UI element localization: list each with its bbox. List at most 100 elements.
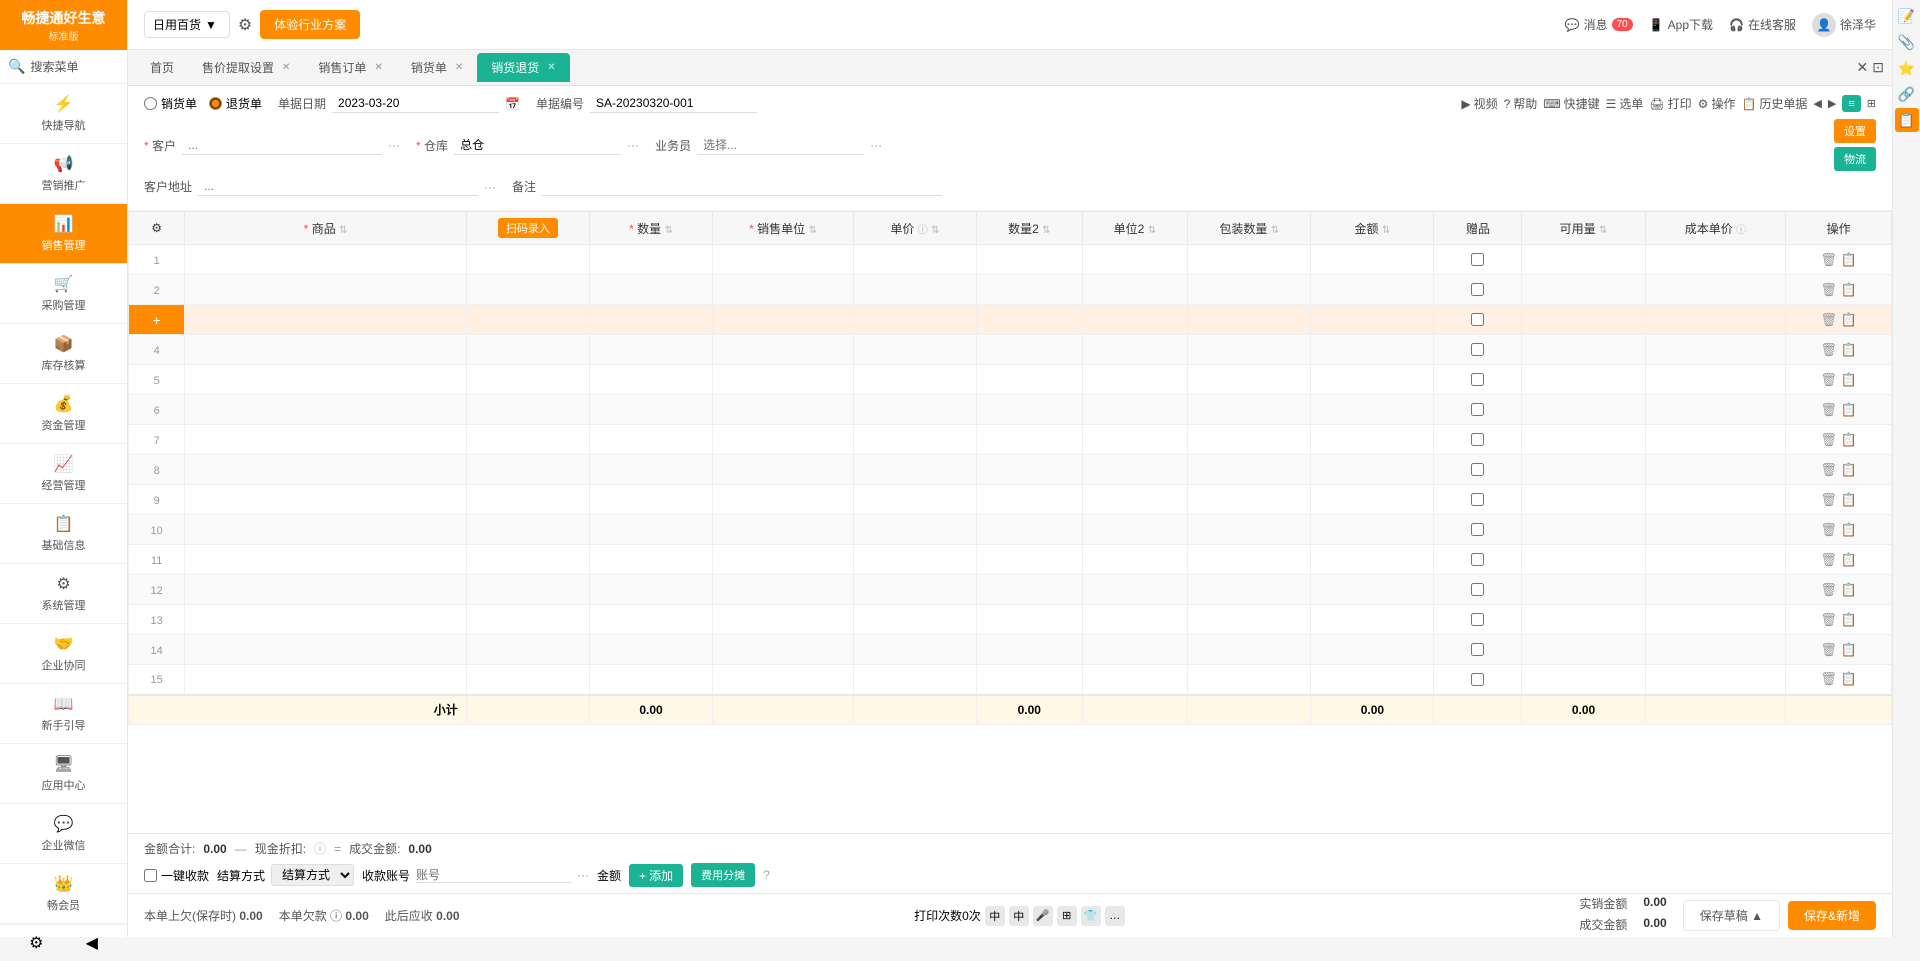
unit-price-cell[interactable]	[853, 395, 976, 425]
copy-row-icon[interactable]: 📋	[1841, 612, 1857, 628]
qty2-cell[interactable]	[977, 485, 1083, 515]
unit2-cell[interactable]	[1082, 635, 1188, 665]
delete-row-icon[interactable]: 🗑	[1820, 312, 1837, 328]
unit2-cell[interactable]	[1082, 245, 1188, 275]
sidebar-item-sales[interactable]: 📊 销售管理	[0, 204, 127, 264]
quantity-cell[interactable]	[589, 455, 712, 485]
sort-pack-qty-icon[interactable]: ⇅	[1271, 225, 1279, 236]
nav-next-btn[interactable]: ▶	[1828, 95, 1836, 112]
save-draft-dropdown-icon[interactable]: ▲	[1751, 909, 1763, 923]
available-cell[interactable]	[1522, 425, 1645, 455]
sidebar-item-guide[interactable]: 📖 新手引导	[0, 684, 127, 744]
gift-cell[interactable]	[1434, 635, 1522, 665]
sidebar-item-vip[interactable]: 👑 畅会员	[0, 864, 127, 924]
pack-qty-cell[interactable]	[1188, 635, 1311, 665]
product-cell[interactable]	[185, 545, 467, 575]
amount-cell[interactable]	[1311, 305, 1434, 335]
gift-cell[interactable]	[1434, 335, 1522, 365]
qty2-cell[interactable]	[977, 455, 1083, 485]
sidebar-item-apps[interactable]: 🖥 应用中心	[0, 744, 127, 804]
cost-price-cell[interactable]	[1645, 485, 1786, 515]
rt-active-btn[interactable]: 📋	[1895, 108, 1919, 132]
tool-icon-6[interactable]: …	[1105, 906, 1125, 926]
account-more-icon[interactable]: ···	[577, 868, 589, 882]
qty2-cell[interactable]	[977, 515, 1083, 545]
rt-link-btn[interactable]: 🔗	[1895, 82, 1919, 106]
bottom-val-2[interactable]: ⓘ	[330, 909, 342, 923]
quantity-cell[interactable]	[589, 635, 712, 665]
cost-price-cell[interactable]	[1645, 455, 1786, 485]
unit-price-cell[interactable]	[853, 425, 976, 455]
product-cell[interactable]	[185, 605, 467, 635]
sort-sales-unit-icon[interactable]: ⇅	[808, 225, 816, 236]
unit-price-cell[interactable]	[853, 335, 976, 365]
qty2-cell[interactable]	[977, 635, 1083, 665]
sidebar-item-enterprise[interactable]: 🤝 企业协同	[0, 624, 127, 684]
sidebar-item-finance[interactable]: 💰 资金管理	[0, 384, 127, 444]
customer-input[interactable]	[182, 136, 382, 155]
sales-unit-cell[interactable]	[713, 455, 854, 485]
product-input[interactable]	[189, 343, 462, 357]
amount-cell[interactable]	[1311, 245, 1434, 275]
quantity-cell[interactable]	[589, 605, 712, 635]
amount-cell[interactable]	[1311, 665, 1434, 695]
quantity-cell[interactable]	[589, 575, 712, 605]
sort-quantity-icon[interactable]: ⇅	[665, 225, 673, 236]
quantity-cell[interactable]	[589, 365, 712, 395]
settings-bottom-icon[interactable]: ⚙	[29, 933, 43, 953]
gift-cell[interactable]	[1434, 425, 1522, 455]
pack-qty-cell[interactable]	[1188, 485, 1311, 515]
gift-checkbox[interactable]	[1471, 523, 1484, 536]
quantity-cell[interactable]	[589, 335, 712, 365]
available-cell[interactable]	[1522, 335, 1645, 365]
notes-input[interactable]	[542, 177, 942, 196]
sort-qty2-icon[interactable]: ⇅	[1042, 225, 1050, 236]
messages-btn[interactable]: 💬 消息 70	[1565, 16, 1633, 33]
view-grid-btn[interactable]: ⊞	[1867, 95, 1876, 112]
unit-price-cell[interactable]	[853, 245, 976, 275]
copy-row-icon[interactable]: 📋	[1841, 252, 1857, 268]
nav-prev-btn[interactable]: ◀	[1813, 95, 1821, 112]
cost-price-cell[interactable]	[1645, 395, 1786, 425]
pack-qty-cell[interactable]	[1188, 605, 1311, 635]
amount-cell[interactable]	[1311, 395, 1434, 425]
gift-checkbox[interactable]	[1471, 463, 1484, 476]
sales-unit-cell[interactable]	[713, 515, 854, 545]
delete-row-icon[interactable]: 🗑	[1820, 462, 1837, 478]
online-service-btn[interactable]: 🎧 在线客服	[1729, 16, 1796, 33]
cost-price-cell[interactable]	[1645, 335, 1786, 365]
unit2-cell[interactable]	[1082, 365, 1188, 395]
shortcut-btn[interactable]: ⌨ 快捷键	[1543, 95, 1599, 112]
expense-help-btn[interactable]: ?	[763, 868, 770, 882]
amount-cell[interactable]	[1311, 545, 1434, 575]
copy-row-icon[interactable]: 📋	[1841, 402, 1857, 418]
sales-unit-cell[interactable]	[713, 395, 854, 425]
warehouse-input[interactable]	[454, 136, 621, 155]
qty2-cell[interactable]	[977, 605, 1083, 635]
delete-row-icon[interactable]: 🗑	[1820, 671, 1837, 687]
copy-row-icon[interactable]: 📋	[1841, 342, 1857, 358]
tab-returns-close[interactable]: ✕	[547, 62, 555, 73]
tool-icon-4[interactable]: ⊞	[1057, 906, 1077, 926]
unit2-cell[interactable]	[1082, 305, 1188, 335]
gift-cell[interactable]	[1434, 665, 1522, 695]
qty2-cell[interactable]	[977, 245, 1083, 275]
sales-unit-cell[interactable]	[713, 635, 854, 665]
available-cell[interactable]	[1522, 665, 1645, 695]
qty2-cell[interactable]	[977, 365, 1083, 395]
cost-price-help-icon[interactable]: ⓘ	[1736, 225, 1746, 236]
cost-price-cell[interactable]	[1645, 545, 1786, 575]
column-settings-icon[interactable]: ⚙	[151, 221, 162, 235]
app-download-btn[interactable]: 📱 App下载	[1649, 16, 1713, 33]
product-input[interactable]	[189, 313, 462, 327]
pack-qty-cell[interactable]	[1188, 365, 1311, 395]
unit-price-cell[interactable]	[853, 665, 976, 695]
gift-cell[interactable]	[1434, 305, 1522, 335]
copy-row-icon[interactable]: 📋	[1841, 552, 1857, 568]
qty2-cell[interactable]	[977, 665, 1083, 695]
available-cell[interactable]	[1522, 635, 1645, 665]
product-cell[interactable]	[185, 365, 467, 395]
available-cell[interactable]	[1522, 305, 1645, 335]
cost-price-cell[interactable]	[1645, 635, 1786, 665]
sales-unit-cell[interactable]	[713, 575, 854, 605]
